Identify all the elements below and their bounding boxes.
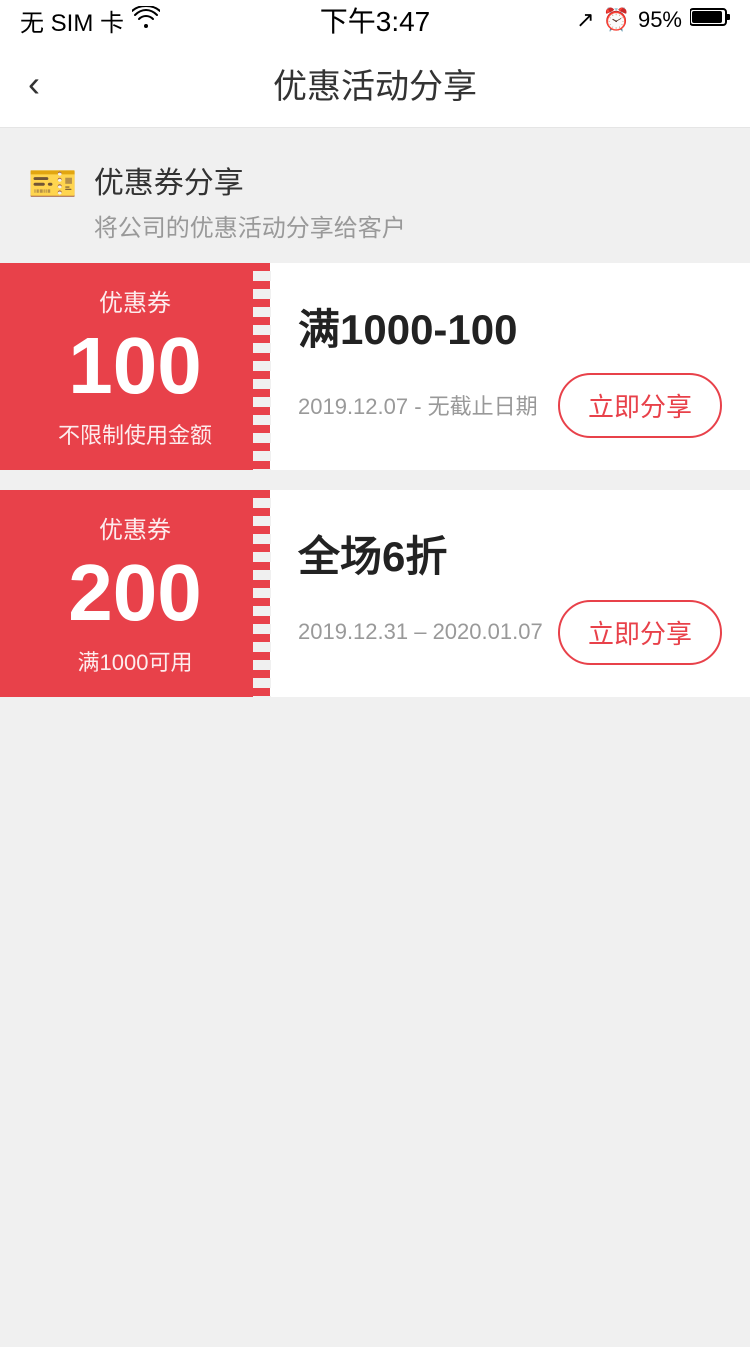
- coupon-card-1: 优惠券 100 不限制使用金额 满1000-100 2019.12.07 - 无…: [0, 263, 750, 470]
- coupon-date-2: 2019.12.31 – 2020.01.07: [298, 619, 548, 645]
- coupon-icon: 🎫: [28, 160, 78, 207]
- section-text: 优惠券分享 将公司的优惠活动分享给客户: [94, 158, 406, 243]
- status-bar: 无 SIM 卡 下午3:47 ↗ ⏰ 95%: [0, 0, 750, 40]
- coupon-name-2: 全场6折: [298, 523, 722, 584]
- coupon-card-2: 优惠券 200 满1000可用 全场6折 2019.12.31 – 2020.0…: [0, 490, 750, 697]
- status-right: ↗ ⏰ 95%: [576, 7, 730, 33]
- share-button-1[interactable]: 立即分享: [558, 373, 722, 438]
- coupon-left-2: 优惠券 200 满1000可用: [0, 490, 270, 697]
- alarm-icon: ⏰: [603, 7, 630, 33]
- section-title: 优惠券分享: [94, 158, 406, 202]
- coupon-date-1: 2019.12.07 - 无截止日期: [298, 389, 548, 421]
- wifi-icon: [132, 6, 160, 35]
- coupon-right-1: 满1000-100 2019.12.07 - 无截止日期 立即分享: [270, 263, 750, 470]
- coupon-amount-2: 200: [68, 553, 201, 633]
- coupon-amount-1: 100: [68, 326, 201, 406]
- coupon-left-1: 优惠券 100 不限制使用金额: [0, 263, 270, 470]
- coupon-name-1: 满1000-100: [298, 296, 722, 357]
- carrier-text: 无 SIM 卡: [20, 3, 124, 38]
- status-time: 下午3:47: [320, 0, 431, 40]
- coupon-footer-2: 2019.12.31 – 2020.01.07 立即分享: [298, 600, 722, 665]
- back-button[interactable]: ‹: [28, 63, 40, 105]
- page-title: 优惠活动分享: [273, 59, 477, 108]
- location-icon: ↗: [576, 7, 594, 33]
- battery-icon: [690, 7, 730, 33]
- coupon-footer-1: 2019.12.07 - 无截止日期 立即分享: [298, 373, 722, 438]
- share-button-2[interactable]: 立即分享: [558, 600, 722, 665]
- nav-bar: ‹ 优惠活动分享: [0, 40, 750, 128]
- coupon-right-2: 全场6折 2019.12.31 – 2020.01.07 立即分享: [270, 490, 750, 697]
- coupon-label-1: 优惠券: [99, 283, 171, 318]
- coupon-label-2: 优惠券: [99, 510, 171, 545]
- section-subtitle: 将公司的优惠活动分享给客户: [94, 208, 406, 243]
- status-left: 无 SIM 卡: [20, 3, 160, 38]
- coupon-condition-1: 不限制使用金额: [58, 418, 212, 450]
- coupons-container: 优惠券 100 不限制使用金额 满1000-100 2019.12.07 - 无…: [0, 263, 750, 747]
- section-header: 🎫 优惠券分享 将公司的优惠活动分享给客户: [0, 128, 750, 263]
- page-background: [0, 747, 750, 1347]
- coupon-condition-2: 满1000可用: [78, 645, 193, 677]
- battery-text: 95%: [638, 7, 682, 33]
